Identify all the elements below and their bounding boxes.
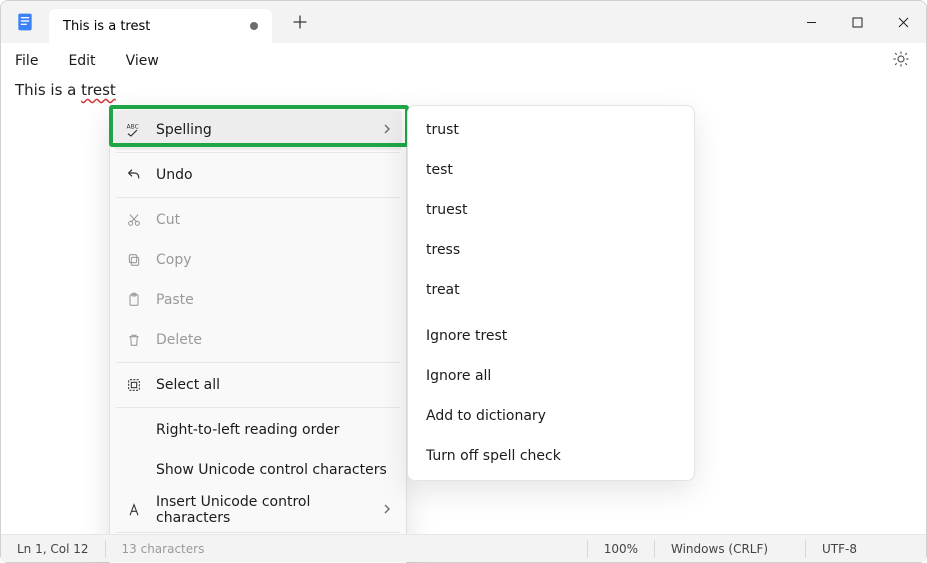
editor-content[interactable]: This is a trest [15, 81, 116, 100]
menu-spelling[interactable]: ABC Spelling [114, 110, 402, 150]
menu-label: Insert Unicode control characters [156, 494, 370, 526]
minimize-button[interactable] [788, 1, 834, 43]
titlebar: This is a trest [1, 1, 926, 43]
window-controls [788, 1, 926, 43]
menu-show-unicode[interactable]: Show Unicode control characters [114, 450, 402, 490]
menu-label: Right-to-left reading order [156, 422, 392, 438]
cut-icon [124, 212, 144, 228]
menu-undo[interactable]: Undo [114, 155, 402, 195]
menu-label: Paste [156, 292, 392, 308]
modified-dot-icon [250, 22, 258, 30]
menubar: File Edit View [1, 43, 926, 79]
add-to-dictionary-item[interactable]: Add to dictionary [412, 396, 690, 436]
menu-label: Copy [156, 252, 392, 268]
gear-icon [892, 50, 910, 68]
context-menu: ABC Spelling Undo Cut Copy Paste Delete … [109, 105, 407, 563]
menu-rtl[interactable]: Right-to-left reading order [114, 410, 402, 450]
insert-icon [124, 502, 144, 518]
menu-label: Select all [156, 377, 392, 393]
chevron-right-icon [382, 502, 392, 518]
select-all-icon [124, 377, 144, 393]
menu-label: Add to dictionary [426, 408, 546, 424]
separator [116, 407, 400, 408]
status-charcount: 13 characters [106, 542, 221, 556]
delete-icon [124, 332, 144, 348]
statusbar: Ln 1, Col 12 13 characters 100% Windows … [1, 534, 926, 562]
suggestion-item[interactable]: tress [412, 230, 690, 270]
menu-label: Undo [156, 167, 392, 183]
misspelled-word: trest [81, 81, 116, 99]
suggestion-label: treat [426, 282, 460, 298]
suggestion-item[interactable]: test [412, 150, 690, 190]
separator [116, 197, 400, 198]
spelling-icon: ABC [124, 121, 144, 139]
menu-delete: Delete [114, 320, 402, 360]
status-encoding[interactable]: UTF-8 [806, 542, 926, 556]
turn-off-spellcheck-item[interactable]: Turn off spell check [412, 436, 690, 476]
ignore-word-item[interactable]: Ignore trest [412, 316, 690, 356]
new-tab-button[interactable] [280, 15, 320, 29]
menu-view[interactable]: View [126, 53, 159, 69]
menu-file[interactable]: File [15, 53, 38, 69]
maximize-button[interactable] [834, 1, 880, 43]
menu-label: Delete [156, 332, 392, 348]
ignore-all-item[interactable]: Ignore all [412, 356, 690, 396]
suggestion-label: trust [426, 122, 459, 138]
tab[interactable]: This is a trest [49, 9, 272, 43]
suggestion-label: truest [426, 202, 468, 218]
menu-label: Cut [156, 212, 392, 228]
menu-copy: Copy [114, 240, 402, 280]
chevron-right-icon [382, 122, 392, 138]
menu-label: Spelling [156, 122, 370, 138]
suggestion-item[interactable]: trust [412, 110, 690, 150]
close-button[interactable] [880, 1, 926, 43]
menu-select-all[interactable]: Select all [114, 365, 402, 405]
copy-icon [124, 252, 144, 268]
suggestion-label: tress [426, 242, 460, 258]
menu-cut: Cut [114, 200, 402, 240]
separator [116, 152, 400, 153]
separator [116, 362, 400, 363]
status-position[interactable]: Ln 1, Col 12 [1, 542, 105, 556]
suggestion-item[interactable]: truest [412, 190, 690, 230]
menu-label: Ignore trest [426, 328, 507, 344]
editor-text-prefix: This is a [15, 81, 81, 99]
suggestion-label: test [426, 162, 453, 178]
menu-label: Show Unicode control characters [156, 462, 392, 478]
menu-paste: Paste [114, 280, 402, 320]
separator [116, 532, 400, 533]
menu-label: Ignore all [426, 368, 491, 384]
tab-title: This is a trest [63, 19, 150, 34]
svg-text:ABC: ABC [127, 124, 139, 131]
app-icon [1, 12, 49, 32]
settings-button[interactable] [892, 50, 910, 72]
undo-icon [124, 167, 144, 183]
suggestion-item[interactable]: treat [412, 270, 690, 310]
spelling-submenu: trust test truest tress treat Ignore tre… [407, 105, 695, 481]
status-zoom[interactable]: 100% [588, 542, 654, 556]
menu-label: Turn off spell check [426, 448, 561, 464]
paste-icon [124, 292, 144, 308]
status-eol[interactable]: Windows (CRLF) [655, 542, 805, 556]
menu-insert-unicode[interactable]: Insert Unicode control characters [114, 490, 402, 530]
menu-edit[interactable]: Edit [68, 53, 95, 69]
